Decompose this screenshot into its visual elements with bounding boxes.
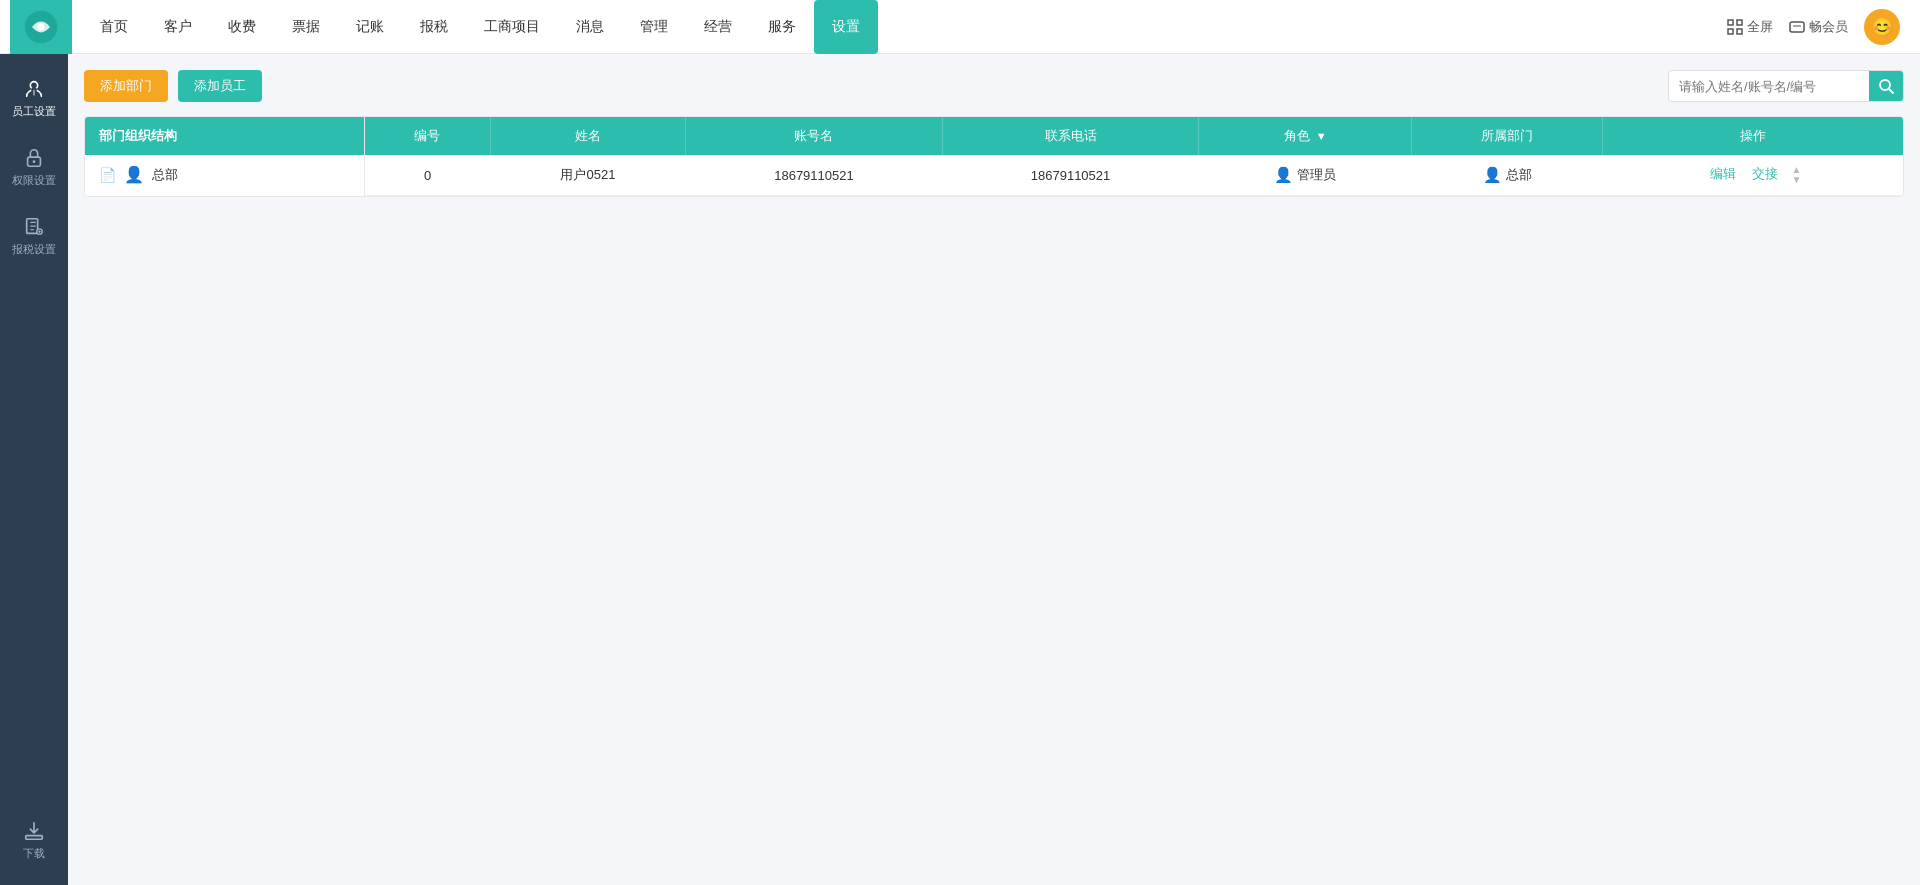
file-icon: 📄	[99, 167, 116, 183]
svg-rect-4	[1728, 29, 1733, 34]
nav-item-tax[interactable]: 报税	[402, 0, 466, 54]
search-input[interactable]	[1669, 79, 1869, 94]
nav-item-operation[interactable]: 经营	[686, 0, 750, 54]
nav-logo	[10, 0, 72, 54]
nav-item-message[interactable]: 消息	[558, 0, 622, 54]
sidebar-item-taxsettings[interactable]: 报税设置	[0, 202, 68, 271]
role-user-icon: 👤	[1274, 166, 1293, 184]
nav-item-manage[interactable]: 管理	[622, 0, 686, 54]
role-header-label: 角色	[1284, 128, 1310, 143]
dept-value: 总部	[1506, 166, 1532, 184]
svg-rect-6	[1790, 22, 1804, 32]
avatar-icon: 😊	[1871, 16, 1893, 38]
sidebar-taxsettings-label: 报税设置	[12, 242, 56, 257]
nav-item-fee[interactable]: 收费	[210, 0, 274, 54]
svg-point-1	[37, 23, 44, 30]
main-nav: 首页 客户 收费 票据 记账 报税 工商项目 消息 管理 经营 服务 设置	[72, 0, 1727, 54]
cell-account: 18679110521	[686, 155, 943, 196]
toolbar: 添加部门 添加员工	[84, 70, 1904, 102]
nav-item-bookkeeping[interactable]: 记账	[338, 0, 402, 54]
sidebar-item-employee[interactable]: 员工设置	[0, 64, 68, 133]
svg-rect-3	[1737, 20, 1742, 25]
vip-label: 畅会员	[1809, 18, 1848, 36]
role-badge: 👤 管理员	[1274, 166, 1336, 184]
dept-tree-item-general[interactable]: 📄 👤 总部	[85, 155, 364, 194]
svg-rect-2	[1728, 20, 1733, 25]
svg-point-8	[30, 82, 37, 89]
user-avatar[interactable]: 😊	[1864, 9, 1900, 45]
nav-item-settings[interactable]: 设置	[814, 0, 878, 54]
svg-line-19	[1889, 89, 1893, 93]
download-icon	[23, 820, 45, 842]
search-icon	[1878, 78, 1894, 94]
main-content: 添加部门 添加员工 部门组织结构 📄 👤 总部	[68, 54, 1920, 885]
cell-id: 0	[365, 155, 490, 196]
col-header-role[interactable]: 角色 ▼	[1199, 117, 1412, 155]
dept-user-icon: 👤	[124, 165, 144, 184]
search-button[interactable]	[1869, 70, 1903, 102]
nav-item-client[interactable]: 客户	[146, 0, 210, 54]
svg-rect-17	[26, 836, 43, 840]
col-header-dept: 所属部门	[1412, 117, 1603, 155]
col-header-phone: 联系电话	[942, 117, 1199, 155]
svg-point-12	[33, 160, 36, 163]
dept-tree-header: 部门组织结构	[85, 117, 364, 155]
dept-name: 总部	[152, 166, 178, 184]
dept-tree: 部门组织结构 📄 👤 总部	[85, 117, 365, 196]
col-header-name: 姓名	[490, 117, 686, 155]
add-employee-button[interactable]: 添加员工	[178, 70, 262, 102]
dept-user-icon-cell: 👤	[1483, 166, 1502, 184]
nav-item-invoice[interactable]: 票据	[274, 0, 338, 54]
permission-icon	[23, 147, 45, 169]
sidebar-permission-label: 权限设置	[12, 173, 56, 188]
search-box	[1668, 70, 1904, 102]
employee-icon	[23, 78, 45, 100]
top-nav: 首页 客户 收费 票据 记账 报税 工商项目 消息 管理 经营 服务 设置 全屏	[0, 0, 1920, 54]
nav-right: 全屏 畅会员 😊	[1727, 9, 1910, 45]
vip-icon	[1789, 19, 1805, 35]
fullscreen-label: 全屏	[1747, 18, 1773, 36]
sidebar-employee-label: 员工设置	[12, 104, 56, 119]
add-dept-button[interactable]: 添加部门	[84, 70, 168, 102]
edit-action[interactable]: 编辑	[1710, 166, 1736, 181]
nav-item-business[interactable]: 工商项目	[466, 0, 558, 54]
app-layout: 员工设置 权限设置 报税设置	[0, 54, 1920, 885]
svg-rect-5	[1737, 29, 1742, 34]
role-value: 管理员	[1297, 166, 1336, 184]
sidebar-bottom: 下载	[0, 806, 68, 885]
col-header-action: 操作	[1603, 117, 1903, 155]
col-header-id: 编号	[365, 117, 490, 155]
row-scroll-arrows[interactable]: ▲ ▼	[1792, 165, 1802, 185]
cell-phone: 18679110521	[942, 155, 1199, 196]
table-row: 0 用户0521 18679110521 18679110521 👤 管理员	[365, 155, 1903, 196]
dept-badge: 👤 总部	[1483, 166, 1532, 184]
cell-role: 👤 管理员	[1199, 155, 1412, 196]
employee-table: 编号 姓名 账号名 联系电话 角色 ▼ 所属部门 操作	[365, 117, 1903, 196]
content-area: 部门组织结构 📄 👤 总部 编号 姓名 账号名 联系电话	[84, 116, 1904, 197]
table-header-row: 编号 姓名 账号名 联系电话 角色 ▼ 所属部门 操作	[365, 117, 1903, 155]
transfer-action[interactable]: 交接	[1752, 166, 1778, 181]
col-header-account: 账号名	[686, 117, 943, 155]
employee-table-container: 编号 姓名 账号名 联系电话 角色 ▼ 所属部门 操作	[365, 117, 1903, 196]
sidebar: 员工设置 权限设置 报税设置	[0, 54, 68, 885]
vip-button[interactable]: 畅会员	[1789, 18, 1848, 36]
sidebar-download-label: 下载	[23, 846, 45, 861]
cell-name: 用户0521	[490, 155, 686, 196]
taxsettings-icon	[23, 216, 45, 238]
nav-item-home[interactable]: 首页	[82, 0, 146, 54]
sidebar-item-permission[interactable]: 权限设置	[0, 133, 68, 202]
role-filter-icon[interactable]: ▼	[1316, 130, 1327, 142]
scroll-down-arrow[interactable]: ▼	[1792, 175, 1802, 185]
sidebar-download[interactable]: 下载	[0, 806, 68, 875]
cell-dept: 👤 总部	[1412, 155, 1603, 196]
fullscreen-button[interactable]: 全屏	[1727, 18, 1773, 36]
cell-actions: 编辑 交接 ▲ ▼	[1603, 155, 1903, 196]
nav-item-service[interactable]: 服务	[750, 0, 814, 54]
fullscreen-icon	[1727, 19, 1743, 35]
